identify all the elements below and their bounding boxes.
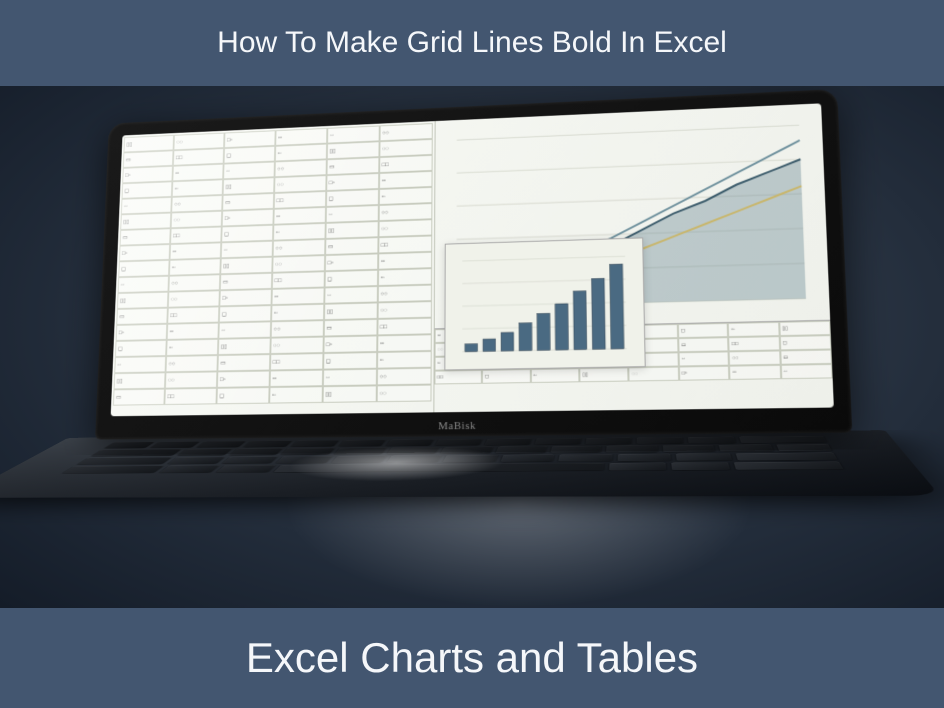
- bar-chart: [444, 237, 645, 370]
- key-rows: [62, 436, 843, 473]
- hero-illustration: ▯▯◌◌□▫▫▫◦◦○○▭□□◻▫◦▯▯◌◌□▫▫▫◦◦○○▭□□◻▫◦▯▯◌◌…: [0, 86, 944, 608]
- laptop-illustration: ▯▯◌◌□▫▫▫◦◦○○▭□□◻▫◦▯▯◌◌□▫▫▫◦◦○○▭□□◻▫◦▯▯◌◌…: [86, 87, 896, 608]
- footer-banner: Excel Charts and Tables: [0, 608, 944, 708]
- chart-panel: ▫▫◦◦○○▭□□◻▫◦▯▯◌◌□▫▫▫◦◦○○▭□□◻▫◦▯▯◌◌□▫▫▫◦◦…: [434, 103, 834, 412]
- laptop-brand-label: MaBisk: [438, 420, 476, 432]
- footer-caption: Excel Charts and Tables: [246, 634, 698, 682]
- laptop-keyboard: [0, 430, 940, 498]
- spreadsheet-grid: ▯▯◌◌□▫▫▫◦◦○○▭□□◻▫◦▯▯◌◌□▫▫▫◦◦○○▭□□◻▫◦▯▯◌◌…: [111, 121, 436, 416]
- laptop-screen-frame: ▯▯◌◌□▫▫▫◦◦○○▭□□◻▫◦▯▯◌◌□▫▫▫◦◦○○▭□□◻▫◦▯▯◌◌…: [95, 89, 852, 440]
- page-title: How To Make Grid Lines Bold In Excel: [217, 26, 727, 60]
- header-banner: How To Make Grid Lines Bold In Excel: [0, 0, 944, 86]
- laptop-screen: ▯▯◌◌□▫▫▫◦◦○○▭□□◻▫◦▯▯◌◌□▫▫▫◦◦○○▭□□◻▫◦▯▯◌◌…: [111, 103, 834, 416]
